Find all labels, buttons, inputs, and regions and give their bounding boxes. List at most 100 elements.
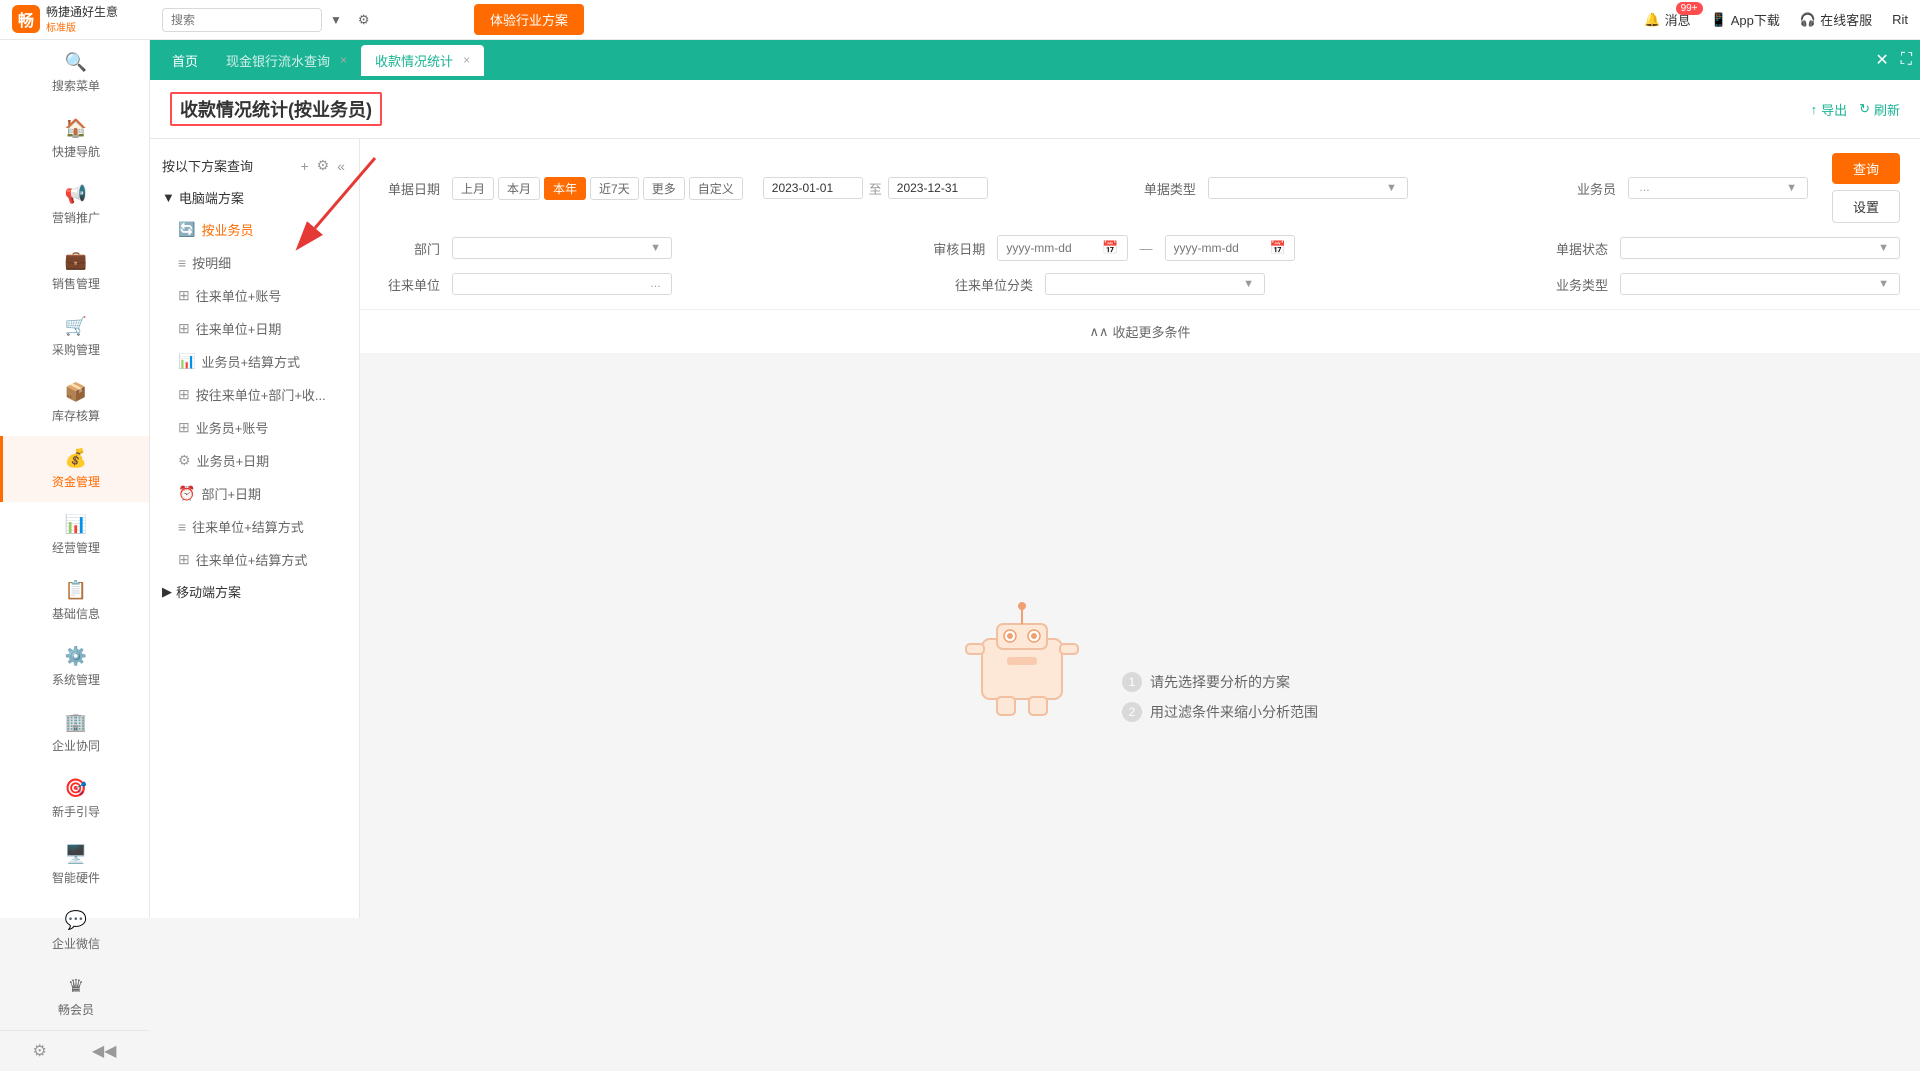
this-month-btn[interactable]: 本月 bbox=[498, 177, 540, 200]
scheme-item-partner-settle1[interactable]: ≡ 往来单位+结算方式 bbox=[150, 510, 359, 543]
enterprise-icon: 🏢 bbox=[65, 712, 87, 733]
custom-date-btn[interactable]: 自定义 bbox=[689, 177, 743, 200]
online-service-button[interactable]: 🎧 在线客服 bbox=[1800, 10, 1872, 29]
scheme-item-partner-date[interactable]: ⊞ 往来单位+日期 bbox=[150, 312, 359, 345]
settings-bottom-icon[interactable]: ⚙ bbox=[33, 1041, 47, 1061]
scheme-item-partner-settle2[interactable]: ⊞ 往来单位+结算方式 bbox=[150, 543, 359, 576]
sidebar-item-search-menu[interactable]: 🔍 搜索菜单 bbox=[0, 40, 149, 106]
marketing-icon: 📢 bbox=[65, 184, 87, 205]
review-date-separator: — bbox=[1140, 241, 1153, 256]
scheme-item-salesperson-account[interactable]: ⊞ 业务员+账号 bbox=[150, 411, 359, 444]
tab-bank-close-icon[interactable]: × bbox=[340, 53, 347, 67]
sidebar-label-inventory: 库存核算 bbox=[52, 407, 100, 424]
desktop-group-label: 电脑端方案 bbox=[179, 188, 244, 207]
settings-icon[interactable]: ⚙ bbox=[358, 12, 370, 28]
sidebar-item-inventory[interactable]: 📦 库存核算 bbox=[0, 370, 149, 436]
review-from-input[interactable] bbox=[1006, 241, 1096, 255]
tab-receipt-stats[interactable]: 收款情况统计 × bbox=[361, 45, 484, 76]
scheme-item-partner-dept[interactable]: ⊞ 按往来单位+部门+收... bbox=[150, 378, 359, 411]
sidebar-item-system[interactable]: ⚙️ 系统管理 bbox=[0, 634, 149, 700]
last7-btn[interactable]: 近7天 bbox=[590, 177, 639, 200]
more-date-btn[interactable]: 更多 bbox=[643, 177, 685, 200]
collapse-button[interactable]: ∧∧ 收起更多条件 bbox=[1089, 322, 1190, 341]
sidebar-item-operation[interactable]: 📊 经营管理 bbox=[0, 502, 149, 568]
collapse-sidebar-icon[interactable]: ◀◀ bbox=[92, 1041, 117, 1061]
biz-type-dropdown[interactable]: ▼ bbox=[1620, 273, 1900, 295]
sidebar-item-guide[interactable]: 🎯 新手引导 bbox=[0, 766, 149, 832]
tab-bank-flow[interactable]: 现金银行流水查询 × bbox=[212, 45, 361, 76]
header-search-input[interactable] bbox=[162, 8, 322, 32]
collapse-panel-button[interactable]: « bbox=[335, 155, 347, 176]
user-avatar[interactable]: Rit bbox=[1892, 12, 1908, 27]
dept-label: 部门 bbox=[380, 239, 440, 258]
dept-dropdown[interactable]: ▼ bbox=[452, 237, 672, 259]
scheme-item-salesperson-date[interactable]: ⚙ 业务员+日期 bbox=[150, 444, 359, 477]
sidebar-item-wechat[interactable]: 💬 企业微信 bbox=[0, 898, 149, 964]
refresh-button[interactable]: ↻ 刷新 bbox=[1859, 100, 1900, 119]
window-close-icon[interactable]: ✕ bbox=[1875, 50, 1888, 70]
trial-button[interactable]: 体验行业方案 bbox=[474, 4, 584, 35]
doc-status-dropdown[interactable]: ▼ bbox=[1620, 237, 1900, 259]
tab-home[interactable]: 首页 bbox=[158, 45, 212, 76]
scheme-item-salesperson-settle[interactable]: 📊 业务员+结算方式 bbox=[150, 345, 359, 378]
add-scheme-button[interactable]: + bbox=[298, 155, 310, 176]
sidebar-item-sales[interactable]: 💼 销售管理 bbox=[0, 238, 149, 304]
empty-tip-1: 1 请先选择要分析的方案 bbox=[1122, 672, 1318, 692]
doc-type-dropdown[interactable]: ▼ bbox=[1208, 177, 1408, 199]
sidebar-item-purchase[interactable]: 🛒 采购管理 bbox=[0, 304, 149, 370]
collapse-up-icon: ∧∧ bbox=[1089, 324, 1108, 340]
scheme-item-by-salesperson[interactable]: 🔄 按业务员 bbox=[150, 213, 359, 246]
basic-icon: 📋 bbox=[65, 580, 87, 601]
content-area: 首页 现金银行流水查询 × 收款情况统计 × ✕ ⛶ 收款情况统计(按业务员) bbox=[150, 40, 1920, 918]
sidebar-label-search: 搜索菜单 bbox=[52, 77, 100, 94]
scheme-salesperson-settle-icon: 📊 bbox=[178, 353, 195, 370]
sidebar-item-enterprise[interactable]: 🏢 企业协同 bbox=[0, 700, 149, 766]
dept-chevron-icon: ▼ bbox=[650, 242, 661, 254]
scheme-item-dept-date[interactable]: ⏰ 部门+日期 bbox=[150, 477, 359, 510]
notification-button[interactable]: 🔔 消息 99+ bbox=[1644, 10, 1690, 29]
scheme-item-partner-account[interactable]: ⊞ 往来单位+账号 bbox=[150, 279, 359, 312]
tab-receipt-close-icon[interactable]: × bbox=[463, 53, 470, 67]
this-year-btn[interactable]: 本年 bbox=[544, 177, 586, 200]
header-right: 🔔 消息 99+ 📱 App下载 🎧 在线客服 Rit bbox=[1644, 10, 1908, 29]
window-maximize-icon[interactable]: ⛶ bbox=[1901, 51, 1912, 69]
scheme-dept-date-icon: ⏰ bbox=[178, 485, 195, 502]
desktop-group-header[interactable]: ▼ 电脑端方案 bbox=[150, 182, 359, 213]
empty-state-area: 1 请先选择要分析的方案 2 用过滤条件来缩小分析范围 bbox=[360, 353, 1920, 918]
app-download-label: App下载 bbox=[1731, 10, 1780, 29]
operation-icon: 📊 bbox=[65, 514, 87, 535]
partner-category-dropdown[interactable]: ▼ bbox=[1045, 273, 1265, 295]
scheme-salesperson-account-label: 业务员+账号 bbox=[196, 418, 269, 437]
scheme-settings-button[interactable]: ⚙ bbox=[315, 155, 332, 176]
date-from-input[interactable] bbox=[763, 177, 863, 199]
partner-dropdown[interactable]: … bbox=[452, 273, 672, 295]
scheme-detail-icon: ≡ bbox=[178, 255, 186, 271]
date-quick-btns: 上月 本月 本年 近7天 更多 自定义 bbox=[452, 177, 743, 200]
review-date-from[interactable]: 📅 bbox=[997, 235, 1127, 261]
last-month-btn[interactable]: 上月 bbox=[452, 177, 494, 200]
calendar-from-icon: 📅 bbox=[1102, 240, 1118, 256]
sidebar-item-finance[interactable]: 💰 资金管理 bbox=[0, 436, 149, 502]
app-download-button[interactable]: 📱 App下载 bbox=[1711, 10, 1780, 29]
date-to-input[interactable] bbox=[888, 177, 988, 199]
sidebar-item-smart-hw[interactable]: 🖥️ 智能硬件 bbox=[0, 832, 149, 898]
filter-actions: 查询 设置 bbox=[1832, 153, 1900, 223]
user-name: Rit bbox=[1892, 12, 1908, 27]
mobile-group-header[interactable]: ▶ 移动端方案 bbox=[150, 576, 359, 607]
refresh-label: 刷新 bbox=[1874, 100, 1900, 119]
query-button[interactable]: 查询 bbox=[1832, 153, 1900, 184]
export-button[interactable]: ↑ 导出 bbox=[1811, 100, 1848, 119]
scheme-partner-dept-icon: ⊞ bbox=[178, 386, 190, 403]
sidebar-item-vip[interactable]: ♛ 畅会员 bbox=[0, 964, 149, 1030]
sidebar-item-marketing[interactable]: 📢 营销推广 bbox=[0, 172, 149, 238]
settings-button[interactable]: 设置 bbox=[1832, 190, 1900, 223]
review-to-input[interactable] bbox=[1174, 241, 1264, 255]
review-date-to[interactable]: 📅 bbox=[1165, 235, 1295, 261]
sidebar-item-quick-nav[interactable]: 🏠 快捷导航 bbox=[0, 106, 149, 172]
scheme-item-by-detail[interactable]: ≡ 按明细 bbox=[150, 246, 359, 279]
header-dropdown[interactable]: ▼ bbox=[330, 13, 342, 27]
scheme-detail-label: 按明细 bbox=[192, 253, 231, 272]
header-search-area: ▼ ⚙ bbox=[162, 8, 462, 32]
salesperson-dropdown[interactable]: … ▼ bbox=[1628, 177, 1808, 199]
sidebar-item-basic-info[interactable]: 📋 基础信息 bbox=[0, 568, 149, 634]
